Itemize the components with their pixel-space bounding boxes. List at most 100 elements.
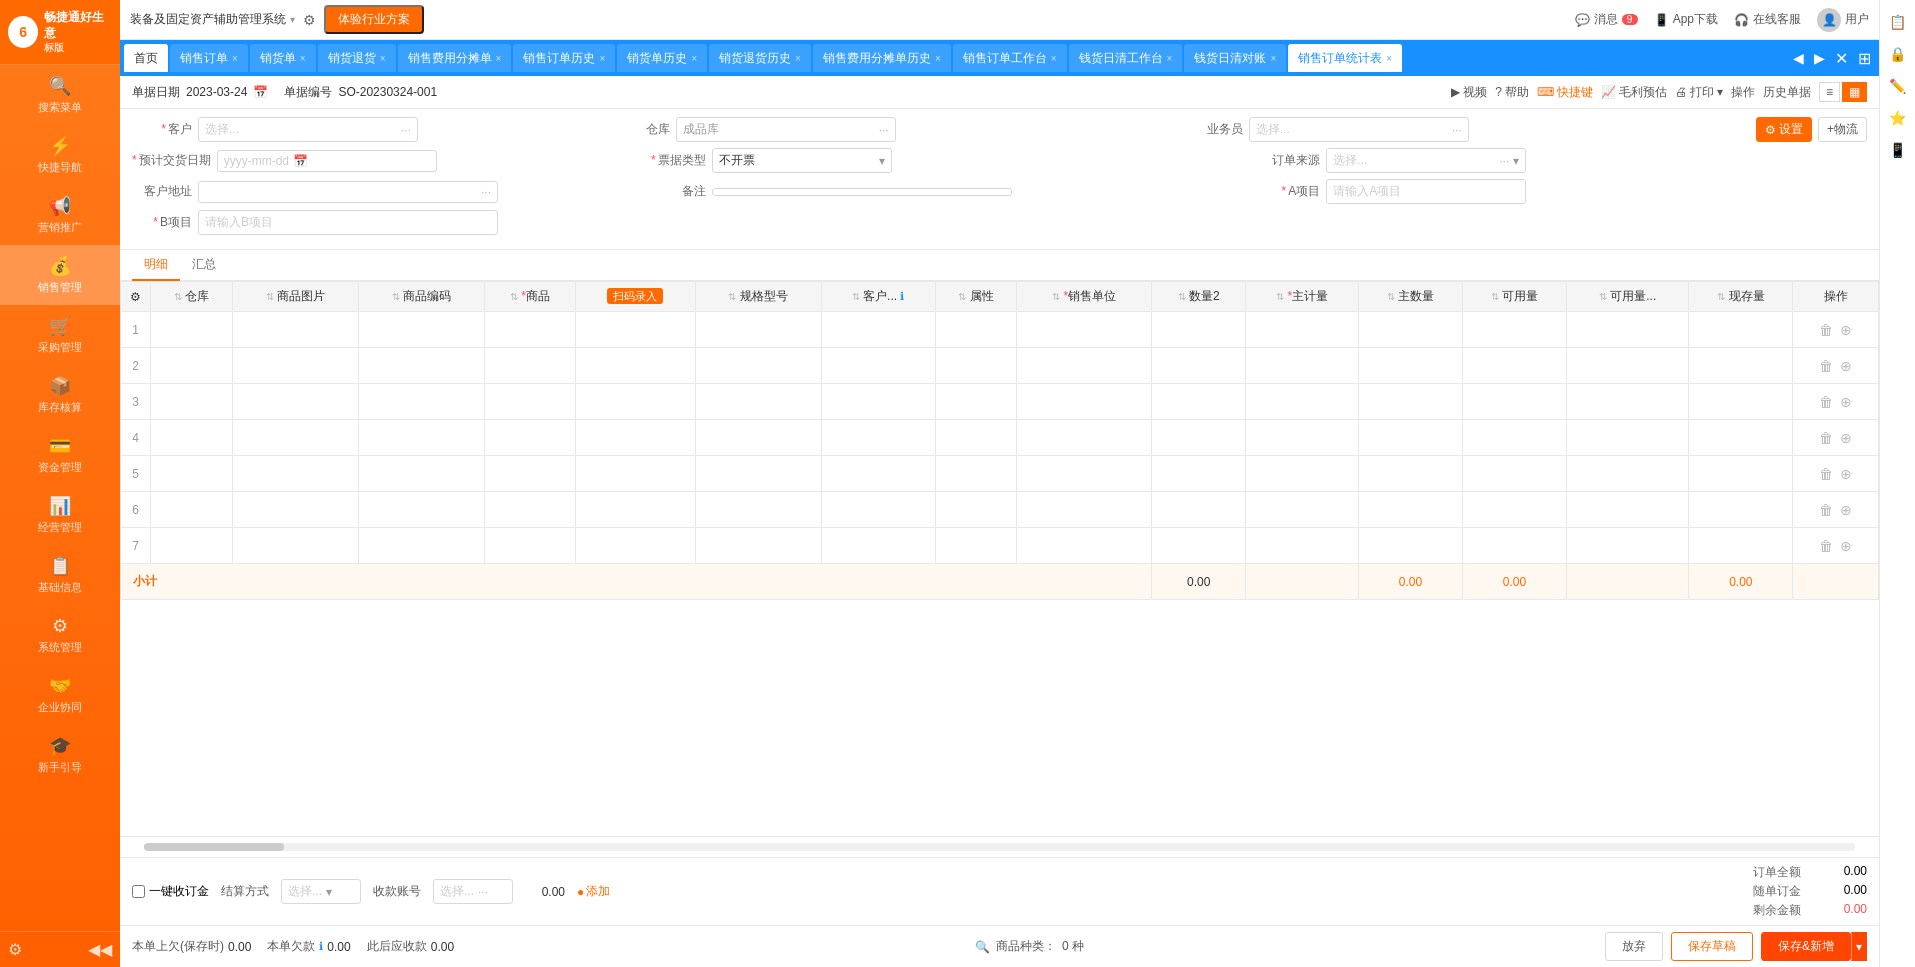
tab-detail[interactable]: 明细: [132, 250, 180, 281]
cell-customer-code[interactable]: [821, 492, 935, 528]
cell-qty2[interactable]: [1152, 420, 1246, 456]
sidebar-item-企业协同[interactable]: 🤝 企业协同: [0, 665, 120, 725]
sidebar-collapse-icon[interactable]: ◀◀: [88, 940, 112, 959]
cell-stock[interactable]: [1689, 456, 1793, 492]
cell-image[interactable]: [232, 528, 358, 564]
col-settings[interactable]: ⚙: [121, 282, 151, 312]
cell-unit[interactable]: [1017, 420, 1152, 456]
delivery-date-input[interactable]: yyyy-mm-dd 📅: [217, 150, 437, 172]
cell-scan[interactable]: [575, 348, 695, 384]
cell-main-unit[interactable]: [1246, 312, 1359, 348]
col-available2[interactable]: ⇅ 可用量...: [1566, 282, 1688, 312]
right-panel-icon-5[interactable]: 📱: [1884, 136, 1912, 164]
col-unit[interactable]: ⇅ *销售单位: [1017, 282, 1152, 312]
cell-warehouse[interactable]: [151, 528, 233, 564]
cell-scan[interactable]: [575, 456, 695, 492]
cell-image[interactable]: [232, 492, 358, 528]
cell-action[interactable]: 🗑 ⊕: [1793, 528, 1879, 564]
grid-view-btn[interactable]: ▦: [1842, 82, 1867, 102]
cell-image[interactable]: [232, 456, 358, 492]
tab-home[interactable]: 首页: [124, 44, 168, 72]
cell-unit[interactable]: [1017, 456, 1152, 492]
cell-customer-code[interactable]: [821, 420, 935, 456]
cell-unit[interactable]: [1017, 384, 1152, 420]
warehouse-input[interactable]: 成品库 ···: [676, 117, 896, 142]
cell-scan[interactable]: [575, 492, 695, 528]
cell-name[interactable]: [485, 492, 575, 528]
tab-close-icon[interactable]: ×: [232, 53, 238, 64]
operate-action[interactable]: 操作: [1731, 84, 1755, 101]
cell-stock[interactable]: [1689, 384, 1793, 420]
cell-action[interactable]: 🗑 ⊕: [1793, 312, 1879, 348]
cell-code[interactable]: [358, 384, 484, 420]
cell-available2[interactable]: [1566, 528, 1688, 564]
cell-main-unit[interactable]: [1246, 384, 1359, 420]
cell-attr[interactable]: [935, 312, 1017, 348]
col-stock[interactable]: ⇅ 现存量: [1689, 282, 1793, 312]
settings-btn[interactable]: ⚙ 设置: [1756, 117, 1812, 142]
col-code[interactable]: ⇅ 商品编码: [358, 282, 484, 312]
cell-qty2[interactable]: [1152, 312, 1246, 348]
cell-attr[interactable]: [935, 456, 1017, 492]
cell-available2[interactable]: [1566, 384, 1688, 420]
sidebar-item-营销推广[interactable]: 📢 营销推广: [0, 185, 120, 245]
sidebar-settings-icon[interactable]: ⚙: [8, 940, 22, 959]
cell-stock[interactable]: [1689, 348, 1793, 384]
invoice-type-select[interactable]: 不开票 ▾: [712, 148, 892, 173]
cell-available[interactable]: [1462, 312, 1566, 348]
tab-sales-order[interactable]: 销售订单 ×: [170, 44, 248, 72]
copy-row-icon[interactable]: ⊕: [1838, 466, 1854, 482]
sidebar-item-资金管理[interactable]: 💳 资金管理: [0, 425, 120, 485]
tab-sales-return[interactable]: 销货退货 ×: [318, 44, 396, 72]
cell-scan[interactable]: [575, 528, 695, 564]
cell-action[interactable]: 🗑 ⊕: [1793, 348, 1879, 384]
view-action[interactable]: ▶ 视频: [1451, 84, 1487, 101]
col-customer-code[interactable]: ⇅ 客户... ℹ: [821, 282, 935, 312]
sidebar-item-快捷导航[interactable]: ⚡ 快捷导航: [0, 125, 120, 185]
col-main-qty[interactable]: ⇅ 主数量: [1358, 282, 1462, 312]
cell-image[interactable]: [232, 348, 358, 384]
a-project-input[interactable]: 请输入A项目: [1326, 179, 1526, 204]
save-new-dropdown[interactable]: ▾: [1851, 932, 1867, 961]
delete-row-icon[interactable]: 🗑: [1817, 466, 1835, 482]
right-panel-icon-4[interactable]: ⭐: [1884, 104, 1912, 132]
tab-sales-goods-history[interactable]: 销货单历史 ×: [617, 44, 707, 72]
scrollbar-thumb[interactable]: [144, 843, 284, 851]
cell-available2[interactable]: [1566, 492, 1688, 528]
cell-action[interactable]: 🗑 ⊕: [1793, 492, 1879, 528]
tab-close-icon[interactable]: ×: [599, 53, 605, 64]
tab-order-workbench[interactable]: 销售订单工作台 ×: [953, 44, 1067, 72]
cell-code[interactable]: [358, 348, 484, 384]
copy-row-icon[interactable]: ⊕: [1838, 358, 1854, 374]
tab-more-icon[interactable]: ✕: [1831, 49, 1852, 68]
delete-row-icon[interactable]: 🗑: [1817, 394, 1835, 410]
cell-code[interactable]: [358, 528, 484, 564]
cell-image[interactable]: [232, 384, 358, 420]
table-container[interactable]: ⚙ ⇅ 仓库 ⇅ 商品图片 ⇅ 商品编码 ⇅ *商品: [120, 281, 1879, 836]
right-panel-icon-3[interactable]: ✏️: [1884, 72, 1912, 100]
b-project-input[interactable]: 请输入B项目: [198, 210, 498, 235]
col-scan[interactable]: 扫码录入: [575, 282, 695, 312]
copy-row-icon[interactable]: ⊕: [1838, 430, 1854, 446]
list-view-btn[interactable]: ≡: [1819, 82, 1840, 102]
tab-return-history[interactable]: 销货退货历史 ×: [709, 44, 811, 72]
settlement-select[interactable]: 选择... ▾: [281, 879, 361, 904]
sidebar-item-系统管理[interactable]: ⚙ 系统管理: [0, 605, 120, 665]
tab-fee-history[interactable]: 销售费用分摊单历史 ×: [813, 44, 951, 72]
cell-spec[interactable]: [695, 348, 821, 384]
cell-name[interactable]: [485, 420, 575, 456]
cell-code[interactable]: [358, 420, 484, 456]
salesperson-input[interactable]: 选择... ···: [1249, 117, 1469, 142]
delete-row-icon[interactable]: 🗑: [1817, 430, 1835, 446]
cell-attr[interactable]: [935, 384, 1017, 420]
cell-main-qty[interactable]: [1358, 420, 1462, 456]
cell-main-qty[interactable]: [1358, 348, 1462, 384]
tab-sales-fee[interactable]: 销售费用分摊单 ×: [398, 44, 512, 72]
tab-close-icon[interactable]: ×: [795, 53, 801, 64]
delete-row-icon[interactable]: 🗑: [1817, 322, 1835, 338]
copy-row-icon[interactable]: ⊕: [1838, 322, 1854, 338]
message-button[interactable]: 💬 消息 9: [1575, 11, 1638, 28]
profit-action[interactable]: 📈 毛利预估: [1601, 84, 1667, 101]
cell-attr[interactable]: [935, 348, 1017, 384]
tab-daily-reconcile[interactable]: 钱货日清对账 ×: [1184, 44, 1286, 72]
